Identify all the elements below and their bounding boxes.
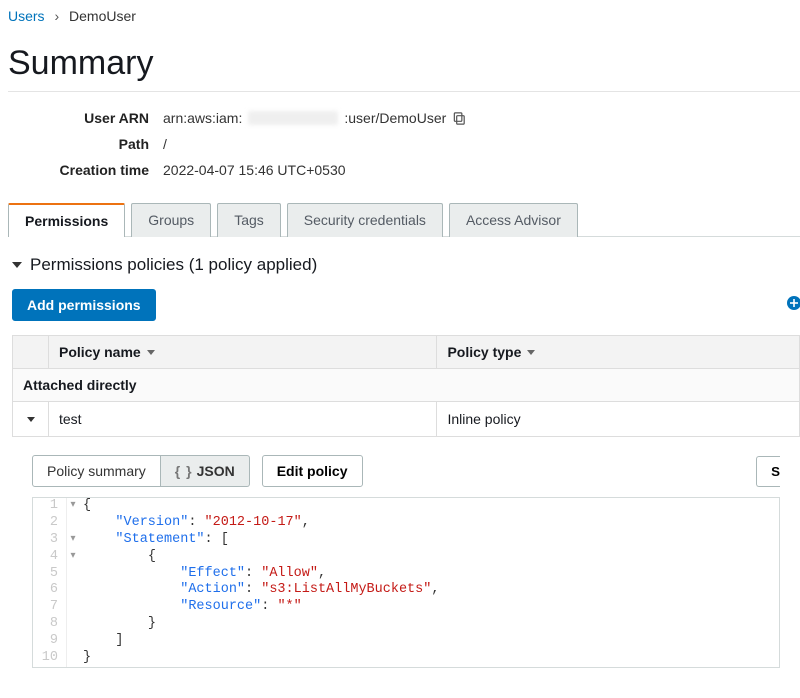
add-permissions-button[interactable]: Add permissions — [12, 289, 156, 321]
line-number: 7 — [33, 599, 67, 616]
tab-groups[interactable]: Groups — [131, 203, 211, 237]
tab-security-credentials[interactable]: Security credentials — [287, 203, 443, 237]
copy-icon[interactable] — [452, 111, 467, 126]
line-number: 1 — [33, 498, 67, 515]
arn-prefix: arn:aws:iam: — [163, 110, 242, 126]
fold-icon — [67, 650, 79, 667]
fold-icon — [67, 582, 79, 599]
json-view-label: JSON — [197, 463, 235, 479]
code-content: "Action": "s3:ListAllMyBuckets", — [79, 582, 439, 599]
code-content: "Resource": "*" — [79, 599, 302, 616]
policy-type-header[interactable]: Policy type — [437, 336, 800, 369]
section-title: Permissions policies (1 policy applied) — [30, 255, 317, 275]
line-number: 8 — [33, 616, 67, 633]
collapse-icon[interactable] — [12, 262, 22, 268]
expand-column-header — [13, 336, 49, 369]
policy-group-attached-directly: Attached directly — [13, 369, 800, 402]
line-number: 9 — [33, 633, 67, 650]
path-label: Path — [8, 136, 163, 152]
policy-name-cell[interactable]: test — [49, 402, 437, 437]
fold-icon — [67, 566, 79, 583]
code-content: "Effect": "Allow", — [79, 566, 326, 583]
braces-icon: { } — [175, 463, 193, 479]
policy-summary-button[interactable]: Policy summary — [32, 455, 161, 487]
expand-row-icon[interactable] — [27, 417, 35, 422]
creation-time-label: Creation time — [8, 162, 163, 178]
fold-icon[interactable]: ▾ — [67, 549, 79, 566]
creation-time-value: 2022-04-07 15:46 UTC+0530 — [163, 162, 346, 178]
fold-icon[interactable]: ▾ — [67, 532, 79, 549]
chevron-right-icon: › — [54, 8, 59, 24]
line-number: 3 — [33, 532, 67, 549]
policy-type-header-label: Policy type — [447, 344, 521, 360]
code-content: "Version": "2012-10-17", — [79, 515, 310, 532]
fold-icon — [67, 616, 79, 633]
redacted-account-id — [248, 111, 338, 125]
breadcrumb-root-link[interactable]: Users — [8, 8, 45, 24]
breadcrumb: Users › DemoUser — [8, 8, 800, 30]
view-toggle: Policy summary { }JSON — [32, 455, 250, 487]
json-view-button[interactable]: { }JSON — [161, 455, 250, 487]
fold-icon — [67, 599, 79, 616]
policy-detail-panel: Policy summary { }JSON Edit policy S 1▾{… — [32, 455, 780, 668]
tab-bar: Permissions Groups Tags Security credent… — [8, 202, 800, 237]
sort-icon — [527, 350, 535, 355]
page-title: Summary — [8, 44, 800, 83]
fold-icon — [67, 633, 79, 650]
table-row: test Inline policy — [13, 402, 800, 437]
code-content: { — [79, 549, 156, 566]
add-inline-policy-icon[interactable] — [786, 295, 800, 316]
fold-icon — [67, 515, 79, 532]
line-number: 4 — [33, 549, 67, 566]
line-number: 10 — [33, 650, 67, 667]
policy-name-header[interactable]: Policy name — [49, 336, 437, 369]
user-arn-label: User ARN — [8, 110, 163, 126]
fold-icon[interactable]: ▾ — [67, 498, 79, 515]
user-arn-value: arn:aws:iam: :user/DemoUser — [163, 110, 467, 126]
sort-icon — [147, 350, 155, 355]
code-content: } — [79, 650, 91, 667]
line-number: 6 — [33, 582, 67, 599]
code-content: { — [79, 498, 91, 515]
breadcrumb-current: DemoUser — [69, 8, 136, 24]
truncated-button[interactable]: S — [756, 456, 780, 487]
code-content: } — [79, 616, 156, 633]
policy-type-cell: Inline policy — [437, 402, 800, 437]
arn-suffix: :user/DemoUser — [344, 110, 446, 126]
policies-table: Policy name Policy type Attached directl… — [12, 335, 800, 437]
tab-permissions[interactable]: Permissions — [8, 203, 125, 237]
code-content: ] — [79, 633, 124, 650]
code-content: "Statement": [ — [79, 532, 229, 549]
edit-policy-button[interactable]: Edit policy — [262, 455, 363, 487]
tab-access-advisor[interactable]: Access Advisor — [449, 203, 578, 237]
tab-tags[interactable]: Tags — [217, 203, 281, 237]
permissions-panel: Permissions policies (1 policy applied) … — [8, 237, 800, 668]
json-editor[interactable]: 1▾{2 "Version": "2012-10-17",3▾ "Stateme… — [32, 497, 780, 668]
divider — [8, 91, 800, 92]
path-value: / — [163, 136, 167, 152]
line-number: 5 — [33, 566, 67, 583]
line-number: 2 — [33, 515, 67, 532]
policy-name-header-label: Policy name — [59, 344, 141, 360]
